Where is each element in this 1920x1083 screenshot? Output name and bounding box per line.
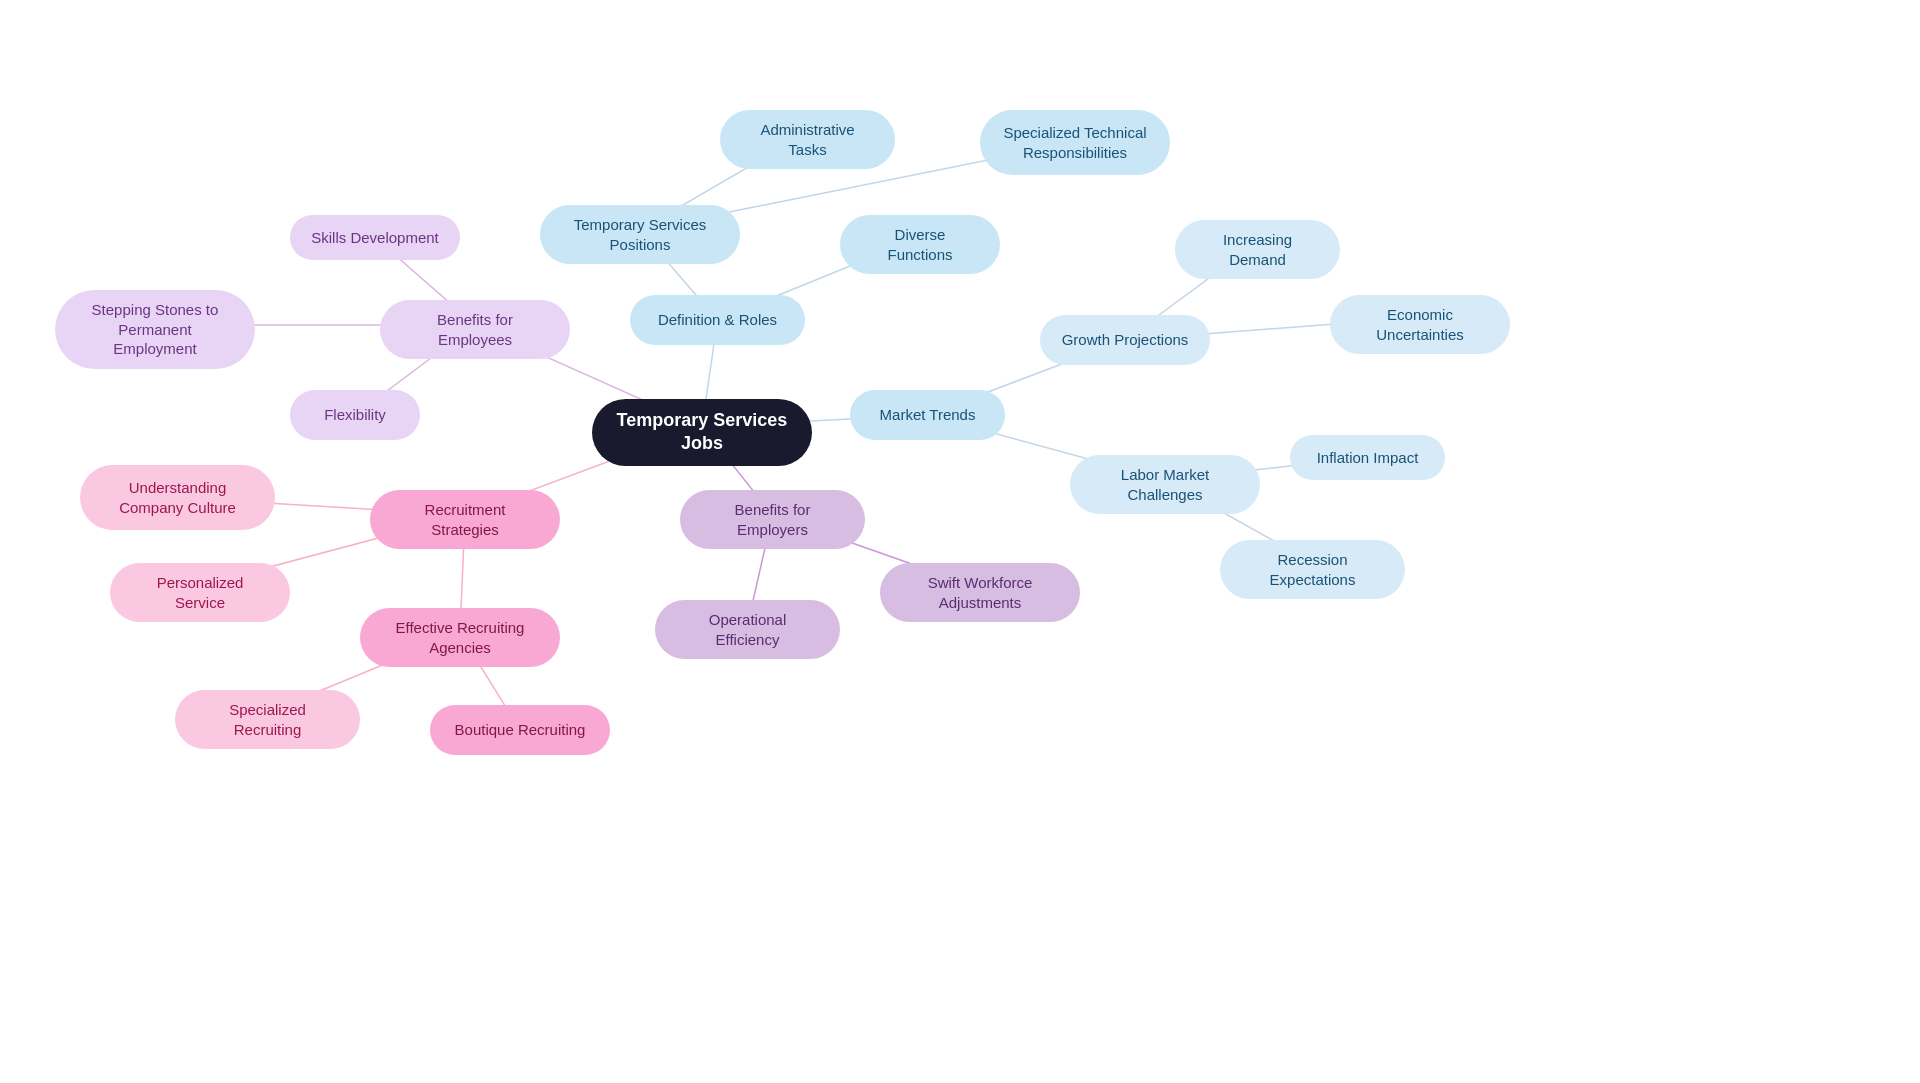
mindmap-container: Temporary Services Jobs Definition & Role… xyxy=(0,0,1920,1083)
node-recessionExpectations[interactable]: Recession Expectations xyxy=(1220,540,1405,599)
node-specializedTechnical[interactable]: Specialized Technical Responsibilities xyxy=(980,110,1170,175)
node-operationalEfficiency[interactable]: Operational Efficiency xyxy=(655,600,840,659)
node-skillsDevelopment[interactable]: Skills Development xyxy=(290,215,460,260)
node-center[interactable]: Temporary Services Jobs xyxy=(592,399,812,466)
connections-svg xyxy=(0,0,1920,1083)
node-marketTrends[interactable]: Market Trends xyxy=(850,390,1005,440)
node-recruitmentStrategies[interactable]: Recruitment Strategies xyxy=(370,490,560,549)
node-diverseFunctions[interactable]: Diverse Functions xyxy=(840,215,1000,274)
node-swiftWorkforce[interactable]: Swift Workforce Adjustments xyxy=(880,563,1080,622)
node-flexibility[interactable]: Flexibility xyxy=(290,390,420,440)
node-administrativeTasks[interactable]: Administrative Tasks xyxy=(720,110,895,169)
node-benefitsEmployers[interactable]: Benefits for Employers xyxy=(680,490,865,549)
node-boutiqueRecruiting[interactable]: Boutique Recruiting xyxy=(430,705,610,755)
node-increasingDemand[interactable]: Increasing Demand xyxy=(1175,220,1340,279)
node-benefitsEmployees[interactable]: Benefits for Employees xyxy=(380,300,570,359)
node-understandingCulture[interactable]: Understanding Company Culture xyxy=(80,465,275,530)
node-steppingStones[interactable]: Stepping Stones to Permanent Employment xyxy=(55,290,255,369)
node-tempServicesPositions[interactable]: Temporary Services Positions xyxy=(540,205,740,264)
node-laborMarketChallenges[interactable]: Labor Market Challenges xyxy=(1070,455,1260,514)
node-growthProjections[interactable]: Growth Projections xyxy=(1040,315,1210,365)
node-specializedRecruiting[interactable]: Specialized Recruiting xyxy=(175,690,360,749)
node-personalizedService[interactable]: Personalized Service xyxy=(110,563,290,622)
node-economicUncertainties[interactable]: Economic Uncertainties xyxy=(1330,295,1510,354)
node-definitionRoles[interactable]: Definition & Roles xyxy=(630,295,805,345)
node-effectiveRecruiting[interactable]: Effective Recruiting Agencies xyxy=(360,608,560,667)
node-inflationImpact[interactable]: Inflation Impact xyxy=(1290,435,1445,480)
